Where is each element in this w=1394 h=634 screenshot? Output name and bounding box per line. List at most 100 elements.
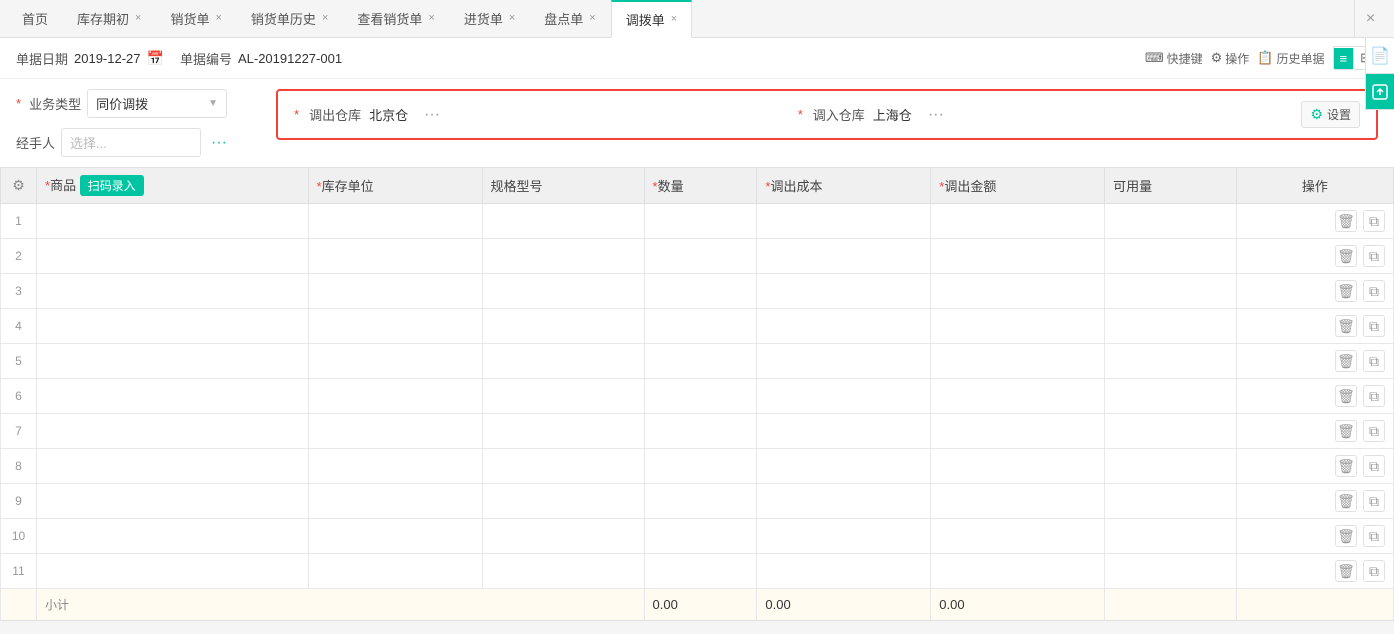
- scan-button[interactable]: 扫码录入: [80, 175, 144, 196]
- tab-home[interactable]: 首页: [8, 0, 63, 38]
- copy-row-4-button[interactable]: ⧉: [1363, 315, 1385, 337]
- delete-row-5-button[interactable]: 🗑: [1335, 350, 1357, 372]
- table-row: 5 🗑⧉: [1, 344, 1394, 379]
- copy-row-5-button[interactable]: ⧉: [1363, 350, 1385, 372]
- cell-qty-2[interactable]: [644, 239, 757, 274]
- cell-product-1[interactable]: [37, 204, 309, 239]
- export-icon: [1372, 84, 1388, 100]
- tab-sales-history-close[interactable]: ×: [322, 13, 328, 24]
- delete-row-6-button[interactable]: 🗑: [1335, 385, 1357, 407]
- tab-sales-order-label: 销货单: [170, 9, 209, 28]
- settings-button[interactable]: ⚙ 设置: [1301, 101, 1360, 128]
- cell-spec-1[interactable]: [482, 204, 644, 239]
- cell-product-2[interactable]: [37, 239, 309, 274]
- tab-transfer[interactable]: 调拨单 ×: [611, 0, 692, 38]
- operations-label: 操作: [1225, 50, 1249, 67]
- transfer-in-label: 调入仓库: [813, 105, 865, 124]
- delete-row-1-button[interactable]: 🗑: [1335, 210, 1357, 232]
- tab-transfer-close[interactable]: ×: [671, 14, 677, 25]
- transfer-in-field: * 调入仓库 上海仓 ···: [798, 105, 1262, 124]
- toolbar-row: 单据日期 2019-12-27 📅 单据编号 AL-20191227-001 ⌨…: [0, 38, 1394, 79]
- th-amount: *调出金额: [931, 168, 1105, 204]
- row-num-3: 3: [1, 274, 37, 309]
- delete-row-7-button[interactable]: 🗑: [1335, 420, 1357, 442]
- th-unit: *库存单位: [308, 168, 482, 204]
- gear-icon[interactable]: ⚙: [12, 177, 25, 193]
- copy-row-7-button[interactable]: ⧉: [1363, 420, 1385, 442]
- copy-row-3-button[interactable]: ⧉: [1363, 280, 1385, 302]
- business-type-select[interactable]: 同价调拨 ▼: [87, 89, 227, 118]
- transfer-out-more-icon[interactable]: ···: [424, 106, 440, 124]
- cell-amount-2[interactable]: [931, 239, 1105, 274]
- tab-sales-order[interactable]: 销货单 ×: [156, 0, 236, 38]
- right-sidebar: 📄: [1365, 38, 1394, 110]
- cell-unit-2[interactable]: [308, 239, 482, 274]
- toolbar-actions: ⌨ 快捷键 ⚙ 操作 📋 历史单据 ≡ ⊞: [1145, 46, 1378, 70]
- delete-row-10-button[interactable]: 🗑: [1335, 525, 1357, 547]
- subtotal-amount: 0.00: [931, 589, 1105, 621]
- delete-row-4-button[interactable]: 🗑: [1335, 315, 1357, 337]
- sidebar-doc-button[interactable]: 📄: [1366, 38, 1394, 74]
- cell-spec-2[interactable]: [482, 239, 644, 274]
- bottom-scrollbar[interactable]: [0, 620, 1394, 634]
- copy-row-1-button[interactable]: ⧉: [1363, 210, 1385, 232]
- sidebar-export-button[interactable]: [1366, 74, 1394, 110]
- form-section: * 业务类型 同价调拨 ▼ 经手人 选择... ··· * 调出仓库 北京仓: [0, 79, 1394, 167]
- shortcut-label: 快捷键: [1167, 50, 1203, 67]
- number-label: 单据编号: [180, 49, 232, 68]
- number-field: 单据编号 AL-20191227-001: [180, 49, 342, 68]
- tab-home-label: 首页: [22, 9, 48, 28]
- cell-unit-1[interactable]: [308, 204, 482, 239]
- th-cost: *调出成本: [757, 168, 931, 204]
- table-row: 4 🗑⧉: [1, 309, 1394, 344]
- tab-inventory-check-close[interactable]: ×: [589, 13, 595, 24]
- delete-row-11-button[interactable]: 🗑: [1335, 560, 1357, 582]
- shortcut-icon: ⌨: [1145, 50, 1164, 66]
- table-header-row: ⚙ *商品 扫码录入 *库存单位 规格型号 *数量 *调出成本 *调出金额 可用…: [1, 168, 1394, 204]
- tab-inventory-init[interactable]: 库存期初 ×: [63, 0, 156, 38]
- delete-row-2-button[interactable]: 🗑: [1335, 245, 1357, 267]
- cell-action-2: 🗑 ⧉: [1236, 239, 1393, 274]
- manager-placeholder: 选择...: [70, 133, 107, 152]
- manager-select[interactable]: 选择...: [61, 128, 201, 157]
- cell-available-1[interactable]: [1105, 204, 1237, 239]
- copy-row-10-button[interactable]: ⧉: [1363, 525, 1385, 547]
- copy-row-11-button[interactable]: ⧉: [1363, 560, 1385, 582]
- manager-more-icon[interactable]: ···: [211, 134, 227, 152]
- tab-purchase-close[interactable]: ×: [509, 13, 515, 24]
- delete-row-8-button[interactable]: 🗑: [1335, 455, 1357, 477]
- copy-row-2-button[interactable]: ⧉: [1363, 245, 1385, 267]
- settings-gear-icon: ⚙: [1310, 106, 1323, 123]
- copy-row-9-button[interactable]: ⧉: [1363, 490, 1385, 512]
- transfer-in-more-icon[interactable]: ···: [928, 106, 944, 124]
- tab-inventory-init-close[interactable]: ×: [135, 13, 141, 24]
- tab-inventory-check[interactable]: 盘点单 ×: [530, 0, 610, 38]
- table-row: 10 🗑⧉: [1, 519, 1394, 554]
- cell-available-2[interactable]: [1105, 239, 1237, 274]
- th-qty: *数量: [644, 168, 757, 204]
- operations-button[interactable]: ⚙ 操作: [1211, 50, 1250, 67]
- cell-qty-1[interactable]: [644, 204, 757, 239]
- tab-view-sales[interactable]: 查看销货单 ×: [343, 0, 449, 38]
- transfer-warehouse-box: * 调出仓库 北京仓 ··· * 调入仓库 上海仓 ··· ⚙ 设置: [276, 89, 1378, 140]
- copy-row-8-button[interactable]: ⧉: [1363, 455, 1385, 477]
- tab-sales-history[interactable]: 销货单历史 ×: [237, 0, 343, 38]
- list-view-button[interactable]: ≡: [1334, 48, 1355, 69]
- tab-sales-order-close[interactable]: ×: [215, 13, 221, 24]
- history-label: 历史单据: [1276, 50, 1324, 67]
- cell-amount-1[interactable]: [931, 204, 1105, 239]
- subtotal-row: 小计 0.00 0.00 0.00: [1, 589, 1394, 621]
- window-close-button[interactable]: ×: [1354, 0, 1386, 38]
- shortcut-keys-button[interactable]: ⌨ 快捷键: [1145, 50, 1203, 67]
- tab-inventory-init-label: 库存期初: [77, 9, 129, 28]
- calendar-icon[interactable]: 📅: [147, 50, 164, 67]
- delete-row-3-button[interactable]: 🗑: [1335, 280, 1357, 302]
- operations-icon: ⚙: [1211, 50, 1223, 66]
- delete-row-9-button[interactable]: 🗑: [1335, 490, 1357, 512]
- tab-view-sales-close[interactable]: ×: [428, 13, 434, 24]
- cell-cost-2[interactable]: [757, 239, 931, 274]
- copy-row-6-button[interactable]: ⧉: [1363, 385, 1385, 407]
- tab-purchase[interactable]: 进货单 ×: [450, 0, 530, 38]
- history-docs-button[interactable]: 📋 历史单据: [1257, 50, 1324, 67]
- cell-cost-1[interactable]: [757, 204, 931, 239]
